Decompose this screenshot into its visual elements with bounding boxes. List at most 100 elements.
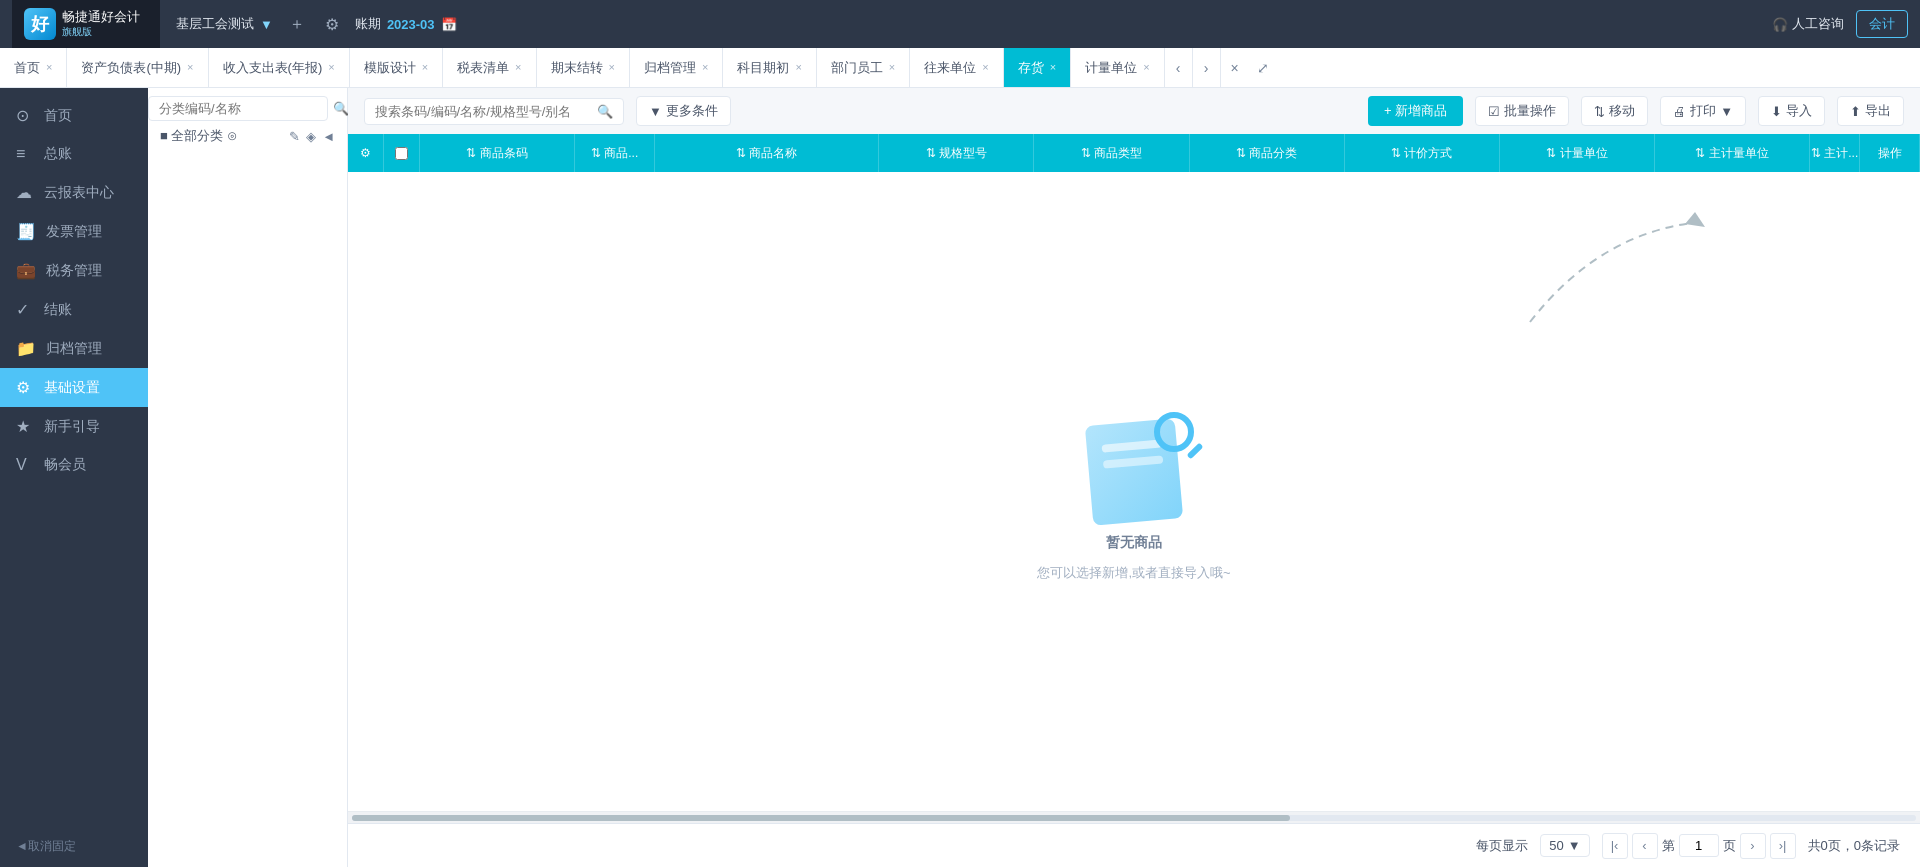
sidebar-item-guide[interactable]: ★ 新手引导 (0, 407, 148, 446)
product-search-bar[interactable]: 🔍 (364, 98, 624, 125)
print-icon: 🖨 (1673, 104, 1686, 119)
main-layout: ⊙ 首页 ≡ 总账 ☁ 云报表中心 🧾 发票管理 💼 税务管理 ✓ 结账 📁 归… (0, 88, 1920, 867)
last-page-button[interactable]: ›| (1770, 833, 1796, 859)
magnifier-shape (1154, 412, 1194, 452)
add-tab-button[interactable]: ＋ (285, 10, 309, 39)
close-icon[interactable]: × (1050, 62, 1056, 73)
unpin-button[interactable]: ◄取消固定 (0, 826, 148, 867)
select-all-checkbox[interactable] (395, 147, 408, 160)
consult-button[interactable]: 🎧 人工咨询 (1772, 15, 1844, 33)
close-icon[interactable]: × (187, 62, 193, 73)
tab-label: 资产负债表(中期) (81, 59, 181, 77)
sidebar-item-settlement[interactable]: ✓ 结账 (0, 290, 148, 329)
tab-balance[interactable]: 资产负债表(中期) × (67, 48, 208, 87)
close-icon[interactable]: × (982, 62, 988, 73)
grid-icon[interactable]: ◈ (306, 129, 316, 144)
tab-subject-init[interactable]: 科目期初 × (723, 48, 816, 87)
close-icon[interactable]: × (422, 62, 428, 73)
header-middle: 基层工会测试 ▼ ＋ ⚙ 账期 2023-03 📅 (168, 10, 1764, 39)
import-button[interactable]: ⬇ 导入 (1758, 96, 1825, 126)
tab-label: 往来单位 (924, 59, 976, 77)
search2-icon[interactable]: 🔍 (597, 104, 613, 119)
product-search-input[interactable] (375, 104, 591, 119)
page-input[interactable] (1679, 834, 1719, 857)
close-icon[interactable]: × (609, 62, 615, 73)
sidebar-item-basic[interactable]: ⚙ 基础设置 (0, 368, 148, 407)
first-page-button[interactable]: |‹ (1602, 833, 1628, 859)
edit-icon[interactable]: ✎ (289, 129, 300, 144)
sidebar-item-home[interactable]: ⊙ 首页 (0, 96, 148, 135)
export-button[interactable]: ⬆ 导出 (1837, 96, 1904, 126)
th-extra[interactable]: ⇅ 主计... (1810, 134, 1860, 172)
account-button[interactable]: 会计 (1856, 10, 1908, 38)
tab-template[interactable]: 模版设计 × (350, 48, 443, 87)
tab-dept-staff[interactable]: 部门员工 × (817, 48, 910, 87)
export-icon: ⬆ (1850, 104, 1861, 119)
close-icon[interactable]: × (889, 62, 895, 73)
horizontal-scrollbar[interactable] (348, 811, 1920, 823)
add-product-button[interactable]: + 新增商品 (1368, 96, 1463, 126)
category-action-icons: ✎ ◈ ◄ (289, 129, 335, 144)
svg-marker-0 (1685, 212, 1705, 227)
tab-income[interactable]: 收入支出表(年报) × (209, 48, 350, 87)
per-page-value: 50 (1549, 838, 1563, 853)
tab-expand-button[interactable]: ⤢ (1249, 48, 1277, 87)
th-check[interactable] (384, 134, 420, 172)
prev-page-button[interactable]: ‹ (1632, 833, 1658, 859)
sidebar-item-invoice[interactable]: 🧾 发票管理 (0, 212, 148, 251)
th-type[interactable]: ⇅ 商品类型 (1034, 134, 1189, 172)
close-icon[interactable]: × (46, 62, 52, 73)
tab-label: 收入支出表(年报) (223, 59, 323, 77)
sidebar-item-tax[interactable]: 💼 税务管理 (0, 251, 148, 290)
th-code[interactable]: ⇅ 商品... (575, 134, 655, 172)
category-search-bar[interactable]: 🔍 (148, 96, 328, 121)
company-selector[interactable]: 基层工会测试 ▼ (176, 15, 273, 33)
sidebar-item-ledger[interactable]: ≡ 总账 (0, 135, 148, 173)
category-search-input[interactable] (159, 101, 327, 116)
tab-archive[interactable]: 归档管理 × (630, 48, 723, 87)
search-icon[interactable]: 🔍 (333, 101, 349, 116)
tab-close-all-button[interactable]: × (1221, 48, 1249, 87)
sidebar-item-report[interactable]: ☁ 云报表中心 (0, 173, 148, 212)
filter-button[interactable]: ▼ 更多条件 (636, 96, 731, 126)
calendar-icon[interactable]: 📅 (441, 17, 457, 32)
sidebar-item-archive[interactable]: 📁 归档管理 (0, 329, 148, 368)
total-records: 共0页，0条记录 (1808, 837, 1900, 855)
th-barcode[interactable]: ⇅ 商品条码 (420, 134, 575, 172)
tab-period-end[interactable]: 期末结转 × (537, 48, 630, 87)
batch-op-button[interactable]: ☑ 批量操作 (1475, 96, 1569, 126)
close-icon[interactable]: × (515, 62, 521, 73)
scrollbar-thumb[interactable] (352, 815, 1290, 821)
collapse-icon[interactable]: ◄ (322, 129, 335, 144)
th-name[interactable]: ⇅ 商品名称 (655, 134, 879, 172)
sidebar-item-member[interactable]: V 畅会员 (0, 446, 148, 484)
th-unit[interactable]: ⇅ 计量单位 (1500, 134, 1655, 172)
tab-prev-button[interactable]: ‹ (1165, 48, 1193, 87)
th-main-unit[interactable]: ⇅ 主计量单位 (1655, 134, 1810, 172)
next-page-button[interactable]: › (1740, 833, 1766, 859)
close-icon[interactable]: × (328, 62, 334, 73)
th-spec-label: ⇅ 规格型号 (926, 145, 987, 162)
close-icon[interactable]: × (1143, 62, 1149, 73)
dropdown-arrow-icon: ▼ (260, 17, 273, 32)
move-button[interactable]: ⇅ 移动 (1581, 96, 1648, 126)
all-categories-label: ■ 全部分类 ⊙ (160, 127, 237, 145)
print-button[interactable]: 🖨 打印 ▼ (1660, 96, 1746, 126)
th-price-method[interactable]: ⇅ 计价方式 (1345, 134, 1500, 172)
close-icon[interactable]: × (702, 62, 708, 73)
close-icon[interactable]: × (795, 62, 801, 73)
tab-vendor[interactable]: 往来单位 × (910, 48, 1003, 87)
settings-icon[interactable]: ⚙ (321, 11, 343, 38)
tab-inventory[interactable]: 存货 × (1004, 48, 1071, 87)
invoice-icon: 🧾 (16, 222, 36, 241)
tab-home[interactable]: 首页 × (0, 48, 67, 87)
tab-tax[interactable]: 税表清单 × (443, 48, 536, 87)
th-spec[interactable]: ⇅ 规格型号 (879, 134, 1034, 172)
per-page-select[interactable]: 50 ▼ (1540, 834, 1589, 857)
th-settings[interactable]: ⚙ (348, 134, 384, 172)
period-area: 账期 2023-03 📅 (355, 15, 457, 33)
sidebar-item-label: 云报表中心 (44, 184, 114, 202)
tab-unit[interactable]: 计量单位 × (1071, 48, 1164, 87)
tab-next-button[interactable]: › (1193, 48, 1221, 87)
th-category[interactable]: ⇅ 商品分类 (1190, 134, 1345, 172)
